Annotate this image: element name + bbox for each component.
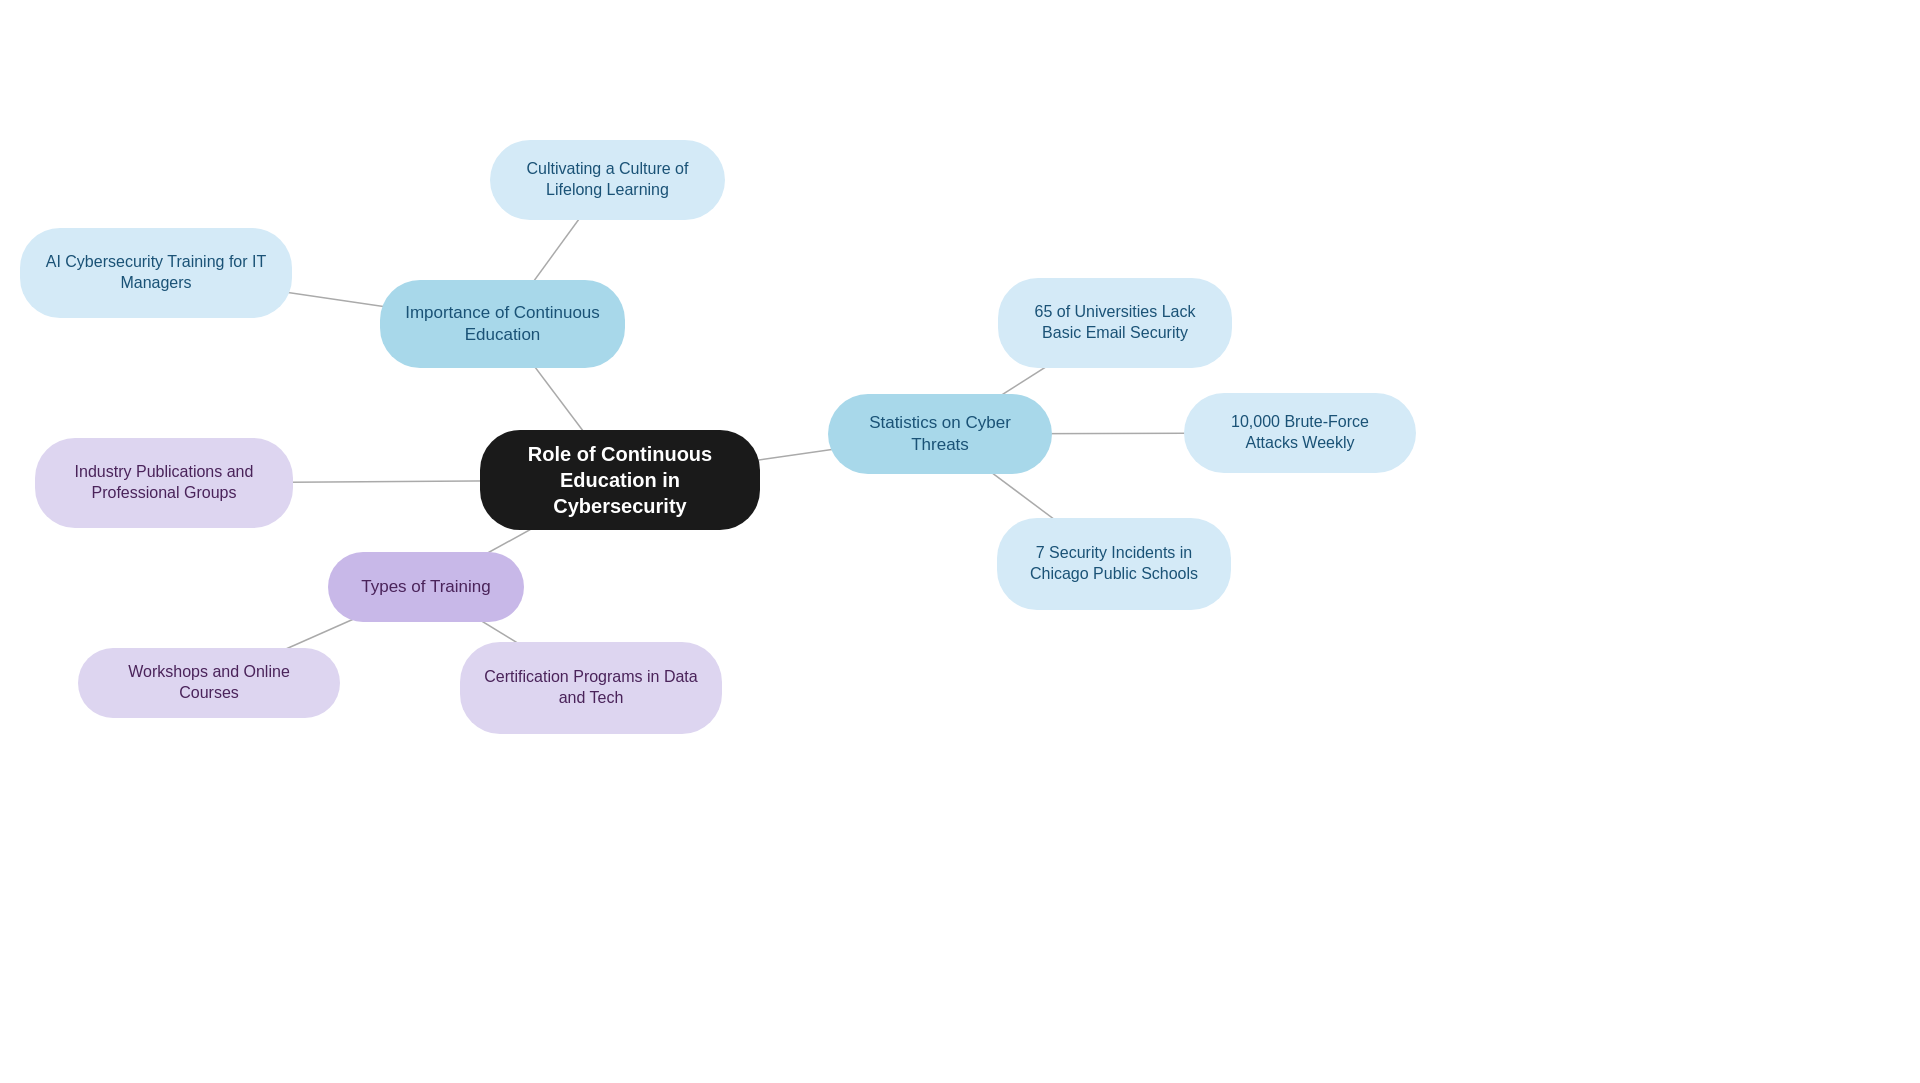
stats-cyber-node: Statistics on Cyber Threats [828, 394, 1052, 474]
cultivating-node: Cultivating a Culture of Lifelong Learni… [490, 140, 725, 220]
continuous-education-node: Importance of Continuous Education [380, 280, 625, 368]
chicago-node: 7 Security Incidents in Chicago Public S… [997, 518, 1231, 610]
industry-pubs-node: Industry Publications and Professional G… [35, 438, 293, 528]
types-training-node: Types of Training [328, 552, 524, 622]
universities-node: 65 of Universities Lack Basic Email Secu… [998, 278, 1232, 368]
brute-force-node: 10,000 Brute-Force Attacks Weekly [1184, 393, 1416, 473]
cert-programs-node: Certification Programs in Data and Tech [460, 642, 722, 734]
ai-training-node: AI Cybersecurity Training for IT Manager… [20, 228, 292, 318]
workshops-node: Workshops and Online Courses [78, 648, 340, 718]
central-node: Role of Continuous Education in Cybersec… [480, 430, 760, 530]
